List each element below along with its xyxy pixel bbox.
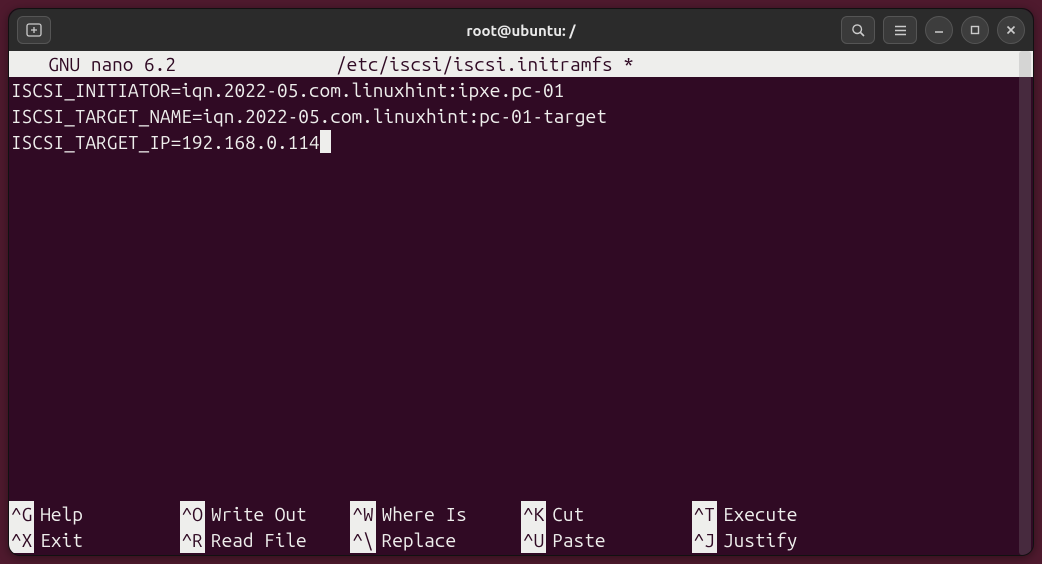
minimize-button[interactable] [925,16,953,44]
shortcut-label: Execute [717,501,797,527]
hamburger-icon [893,23,908,38]
search-icon [851,23,866,38]
shortcut-label: Cut [546,501,584,527]
shortcut-cut: ^KCut [521,501,692,527]
shortcut-key: ^X [9,527,34,553]
shortcut-label: Justify [717,527,797,553]
shortcut-key: ^G [9,501,34,527]
scrollbar-track [1019,51,1031,555]
editor-line: ISCSI_TARGET_NAME=iqn.2022-05.com.linuxh… [11,105,607,127]
shortcut-key: ^T [692,501,717,527]
shortcut-label: Where Is [376,501,467,527]
shortcut-whereis: ^WWhere Is [350,501,521,527]
nano-filename: /etc/iscsi/iscsi.initramfs * [176,51,1033,77]
terminal-window: root@ubuntu: / [8,8,1034,556]
shortcut-label: Read File [205,527,307,553]
terminal-body[interactable]: GNU nano 6.2 /etc/iscsi/iscsi.initramfs … [9,51,1033,555]
shortcut-writeout: ^OWrite Out [180,501,351,527]
shortcut-label: Paste [546,527,605,553]
shortcut-replace: ^\Replace [350,527,521,553]
menu-button[interactable] [883,16,917,44]
editor-line: ISCSI_INITIATOR=iqn.2022-05.com.linuxhin… [11,79,564,101]
shortcut-key: ^O [180,501,205,527]
nano-shortcuts: ^GHelp ^OWrite Out ^WWhere Is ^KCut ^TEx… [9,501,1033,555]
shortcut-justify: ^JJustify [692,527,863,553]
shortcut-label: Replace [376,527,456,553]
editor-line: ISCSI_TARGET_IP=192.168.0.114 [11,131,320,153]
shortcut-key: ^R [180,527,205,553]
nano-header: GNU nano 6.2 /etc/iscsi/iscsi.initramfs … [9,51,1033,77]
shortcut-execute: ^TExecute [692,501,863,527]
shortcut-label: Write Out [205,501,307,527]
shortcut-help: ^GHelp [9,501,180,527]
close-icon [1005,24,1017,36]
minimize-icon [933,24,945,36]
editor-content[interactable]: ISCSI_INITIATOR=iqn.2022-05.com.linuxhin… [9,77,1033,501]
new-tab-icon [26,23,42,37]
shortcut-key: ^W [350,501,375,527]
shortcut-readfile: ^RRead File [180,527,351,553]
shortcut-paste: ^UPaste [521,527,692,553]
shortcut-key: ^\ [350,527,375,553]
titlebar: root@ubuntu: / [9,9,1033,51]
shortcut-key: ^U [521,527,546,553]
scrollbar[interactable] [1019,51,1031,555]
search-button[interactable] [841,16,875,44]
cursor [320,130,331,153]
scrollbar-thumb[interactable] [1019,51,1031,555]
shortcut-key: ^J [692,527,717,553]
shortcut-exit: ^XExit [9,527,180,553]
new-tab-button[interactable] [17,16,51,44]
shortcut-label: Help [34,501,83,527]
maximize-icon [969,24,981,36]
nano-version: GNU nano 6.2 [9,51,176,77]
close-button[interactable] [997,16,1025,44]
shortcut-key: ^K [521,501,546,527]
maximize-button[interactable] [961,16,989,44]
shortcut-label: Exit [34,527,83,553]
